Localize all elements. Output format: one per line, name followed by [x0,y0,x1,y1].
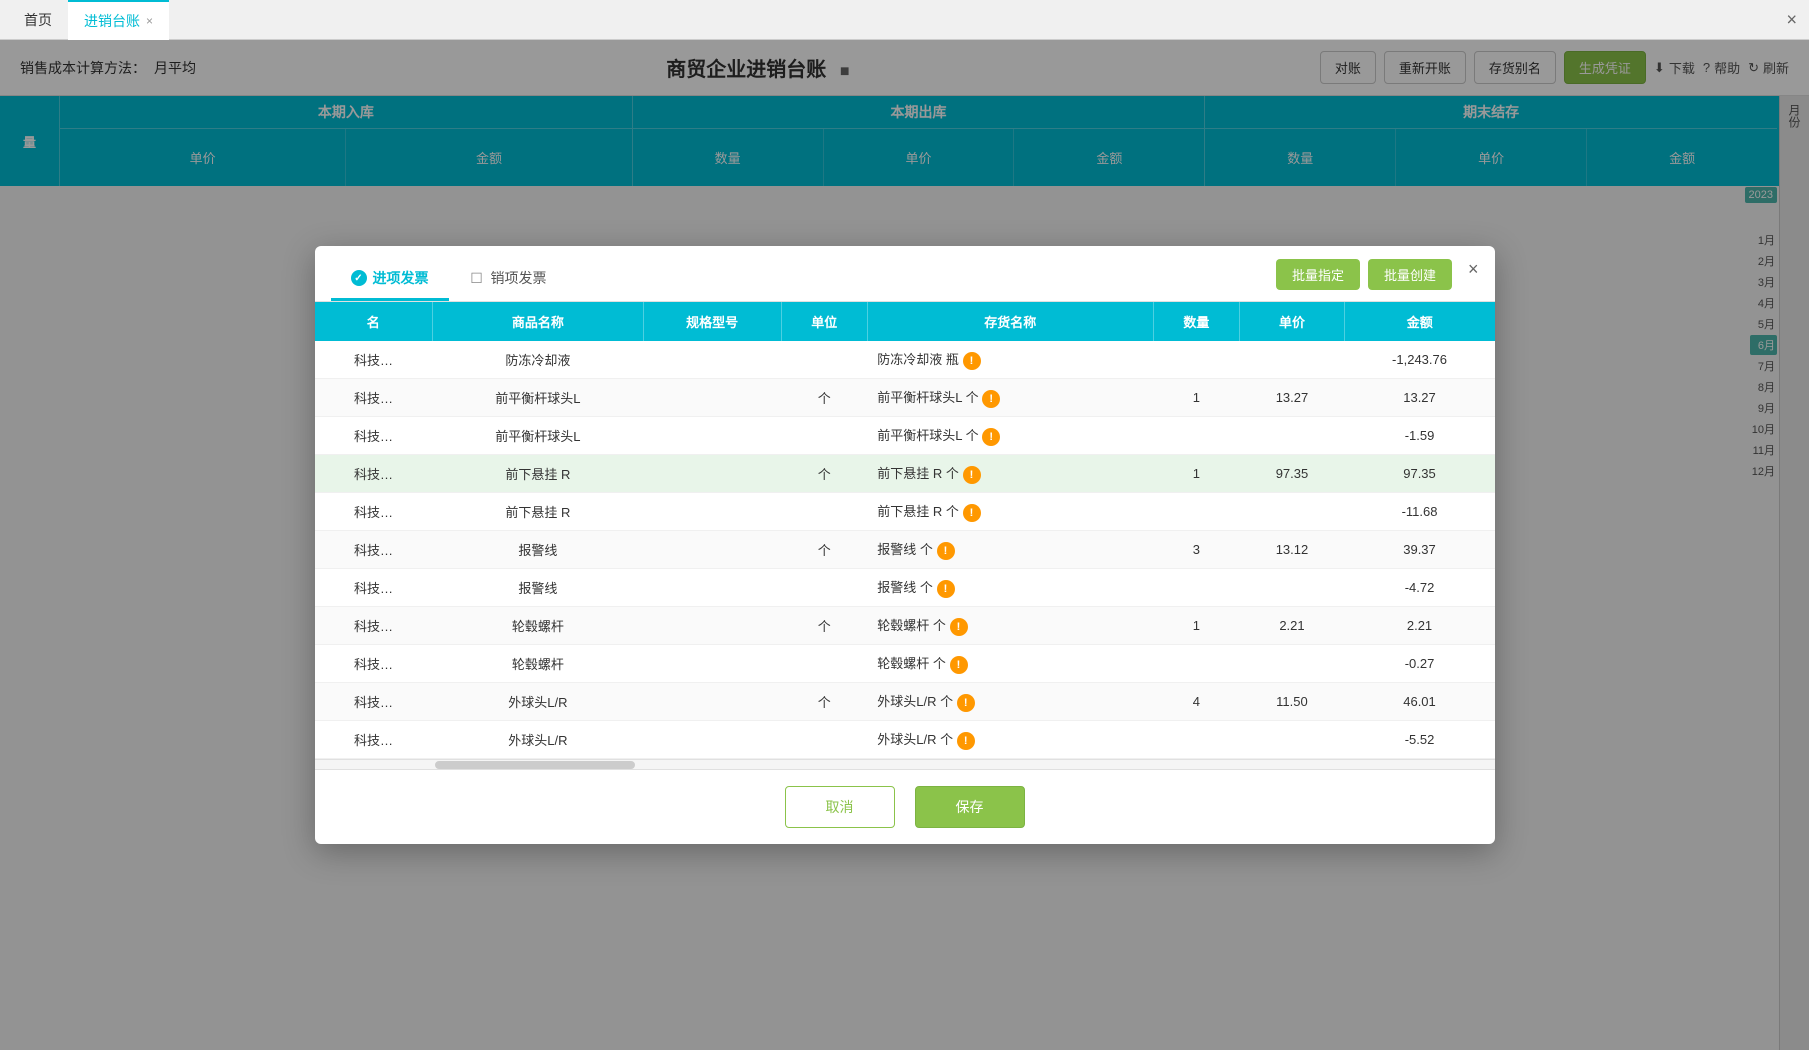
table-row[interactable]: 科技…轮毂螺杆轮毂螺杆 个 !-0.27 [315,645,1495,683]
col-header-product: 商品名称 [433,302,644,341]
modal-close-icon[interactable]: × [1468,259,1479,290]
batch-create-button[interactable]: 批量创建 [1368,259,1452,290]
tab-outgoing-invoice[interactable]: ☐ 销项发票 [449,258,567,301]
modal-scrollbar[interactable] [315,759,1495,769]
warning-icon: ! [937,542,955,560]
table-row[interactable]: 科技…外球头L/R个外球头L/R 个 !411.5046.01 [315,683,1495,721]
col-header-amount: 金额 [1345,302,1495,341]
warning-icon: ! [957,732,975,750]
incoming-invoice-label: 进项发票 [373,268,429,288]
warning-icon: ! [963,352,981,370]
warning-icon: ! [950,656,968,674]
tab-bar: 首页 进销台账 × × [0,0,1809,40]
modal-table: 名 商品名称 规格型号 单位 存货名称 数量 单价 金额 科技…防冻冷却液防冻冷… [315,302,1495,759]
warning-icon: ! [963,504,981,522]
table-row[interactable]: 科技…前平衡杆球头L前平衡杆球头L 个 !-1.59 [315,417,1495,455]
warning-icon: ! [957,694,975,712]
tab-incoming-invoice[interactable]: ✓ 进项发票 [331,258,449,301]
warning-icon: ! [982,390,1000,408]
tab-close-icon[interactable]: × [146,14,153,28]
col-header-unit: 单位 [781,302,867,341]
col-header-inventory: 存货名称 [867,302,1153,341]
modal-header: ✓ 进项发票 ☐ 销项发票 批量指定 批量创建 × [315,246,1495,302]
modal-dialog: ✓ 进项发票 ☐ 销项发票 批量指定 批量创建 × [315,246,1495,844]
incoming-invoice-icon: ✓ [351,270,367,286]
table-row[interactable]: 科技…前平衡杆球头L个前平衡杆球头L 个 !113.2713.27 [315,379,1495,417]
table-row[interactable]: 科技…报警线个报警线 个 !313.1239.37 [315,531,1495,569]
col-header-spec: 规格型号 [643,302,781,341]
warning-icon: ! [963,466,981,484]
modal-overlay: ✓ 进项发票 ☐ 销项发票 批量指定 批量创建 × [0,40,1809,1050]
table-row[interactable]: 科技…防冻冷却液防冻冷却液 瓶 !-1,243.76 [315,341,1495,379]
modal-scrollbar-thumb[interactable] [435,761,635,769]
table-row[interactable]: 科技…报警线报警线 个 !-4.72 [315,569,1495,607]
window-close-button[interactable]: × [1786,9,1797,30]
col-header-quantity: 数量 [1153,302,1239,341]
outgoing-invoice-label: 销项发票 [491,268,547,288]
col-header-price: 单价 [1239,302,1344,341]
modal-tabs: ✓ 进项发票 ☐ 销项发票 [331,258,567,301]
table-row[interactable]: 科技…外球头L/R外球头L/R 个 !-5.52 [315,721,1495,759]
outgoing-invoice-icon: ☐ [469,270,485,286]
cancel-button[interactable]: 取消 [785,786,895,828]
batch-assign-button[interactable]: 批量指定 [1276,259,1360,290]
table-row[interactable]: 科技…前下悬挂 R个前下悬挂 R 个 !197.3597.35 [315,455,1495,493]
tab-home[interactable]: 首页 [8,0,68,40]
warning-icon: ! [982,428,1000,446]
table-row[interactable]: 科技…轮毂螺杆个轮毂螺杆 个 !12.212.21 [315,607,1495,645]
modal-header-actions: 批量指定 批量创建 × [1276,259,1479,300]
warning-icon: ! [950,618,968,636]
table-row[interactable]: 科技…前下悬挂 R前下悬挂 R 个 !-11.68 [315,493,1495,531]
tab-ledger[interactable]: 进销台账 × [68,0,169,40]
col-header-name: 名 [315,302,433,341]
modal-table-wrap: 名 商品名称 规格型号 单位 存货名称 数量 单价 金额 科技…防冻冷却液防冻冷… [315,302,1495,759]
save-button[interactable]: 保存 [915,786,1025,828]
modal-footer: 取消 保存 [315,769,1495,844]
main-page: 销售成本计算方法： 月平均 商贸企业进销台账 ■ 对账 重新开账 存货别名 生成… [0,40,1809,1050]
warning-icon: ! [937,580,955,598]
